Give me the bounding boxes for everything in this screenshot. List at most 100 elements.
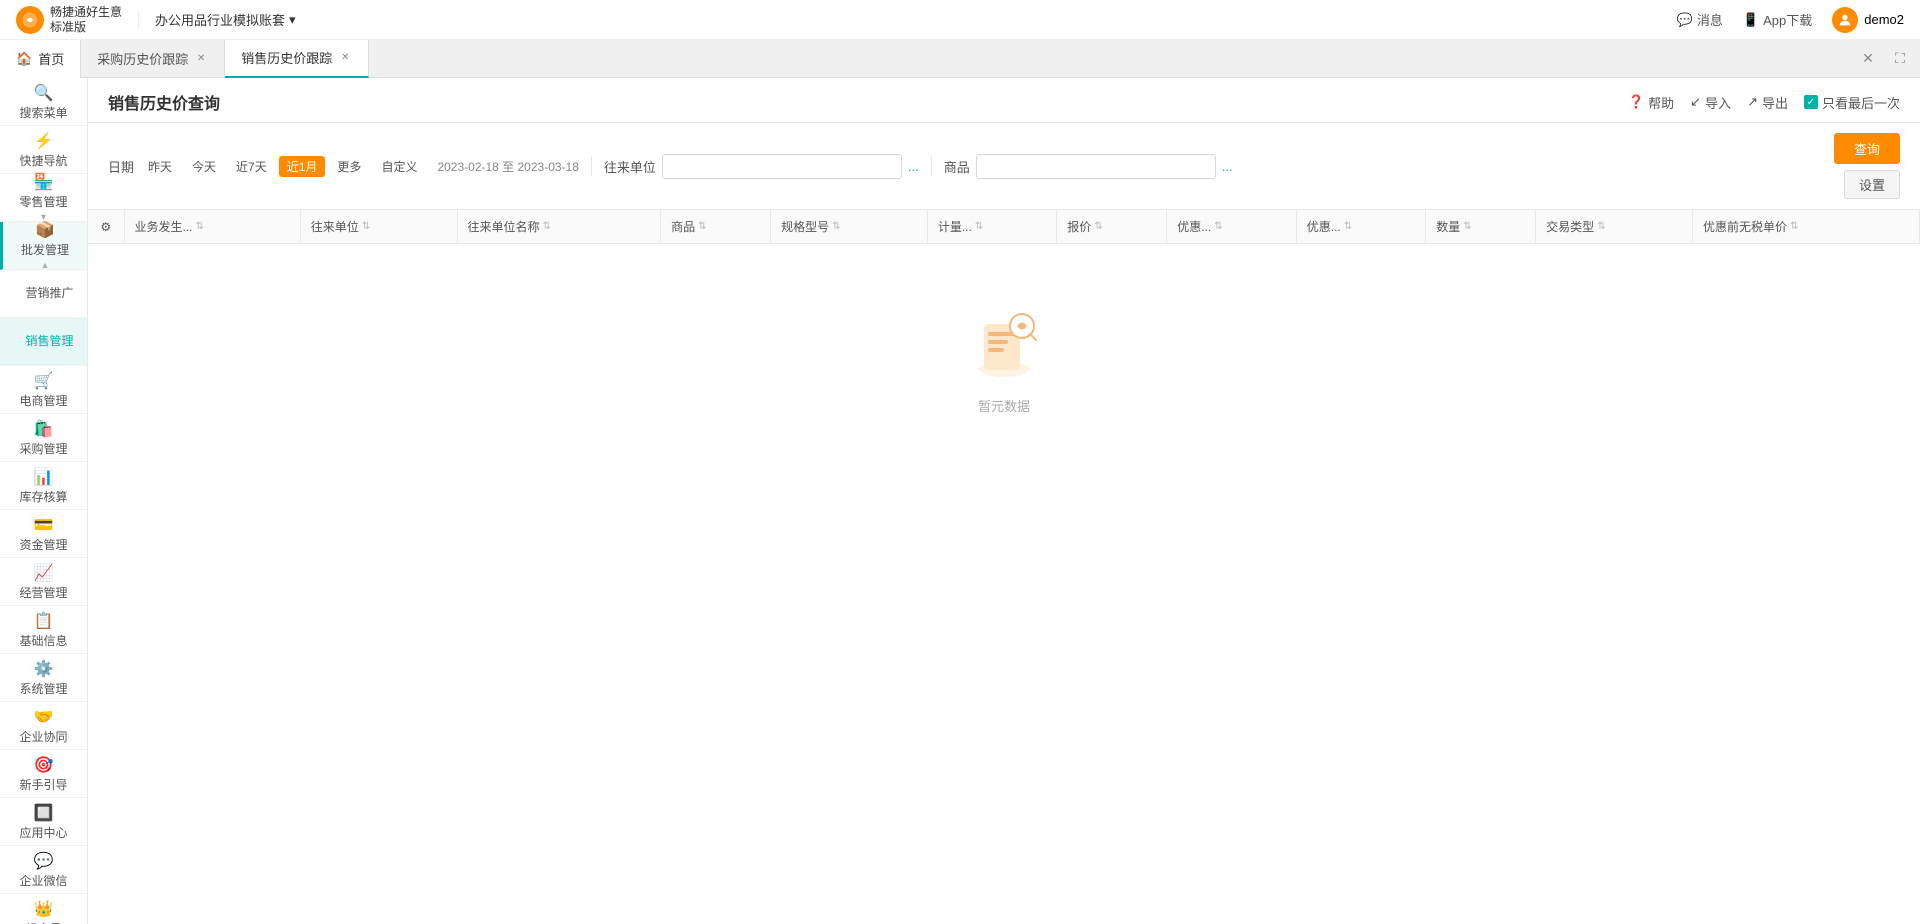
sidebar-item-enterprise-collab[interactable]: 🤝 企业协同	[0, 702, 87, 750]
sort-icon: ⇅	[1214, 221, 1222, 232]
partner-input[interactable]	[662, 154, 902, 179]
table-col-discount1[interactable]: 优惠... ⇅	[1167, 210, 1296, 244]
wechat-icon: 💬	[34, 851, 54, 871]
sidebar-item-operation-mgmt[interactable]: 📈 经营管理	[0, 558, 87, 606]
table-col-biz-date[interactable]: 业务发生... ⇅	[124, 210, 300, 244]
sidebar-item-wholesale-mgmt[interactable]: 📦 批发管理 ▴	[0, 222, 87, 270]
sidebar-item-quick-nav[interactable]: ⚡ 快捷导航	[0, 126, 87, 174]
sidebar-item-ecommerce-mgmt[interactable]: 🛒 电商管理	[0, 366, 87, 414]
user-name: demo2	[1864, 12, 1904, 27]
message-icon: 💬	[1677, 12, 1693, 28]
table-col-partner-code[interactable]: 往来单位 ⇅	[300, 210, 457, 244]
chart-icon: 📊	[34, 467, 54, 487]
empty-illustration	[964, 304, 1044, 384]
table-col-product[interactable]: 商品 ⇅	[661, 210, 771, 244]
tab-purchase-history-close[interactable]: ✕	[194, 52, 208, 66]
partner-filter-group: 往来单位 ...	[604, 154, 919, 179]
sidebar-item-basic-info[interactable]: 📋 基础信息	[0, 606, 87, 654]
filter-divider-2	[931, 156, 932, 176]
data-table: ⚙ 业务发生... ⇅ 往来单位	[88, 210, 1920, 244]
date-tab-custom[interactable]: 自定义	[373, 156, 425, 177]
trend-icon: 📈	[34, 563, 54, 583]
table-col-spec[interactable]: 规格型号 ⇅	[771, 210, 928, 244]
sort-icon: ⇅	[543, 221, 551, 232]
table-gear-icon: ⚙	[100, 220, 111, 234]
tab-sales-history[interactable]: 销售历史价跟踪 ✕	[225, 40, 369, 78]
tab-bar-right: ✕ ⛶	[1856, 47, 1920, 71]
date-tab-today[interactable]: 今天	[184, 156, 224, 177]
help-button[interactable]: ❓ 帮助	[1628, 93, 1674, 112]
only-last-checkbox[interactable]: 只看最后一次	[1804, 93, 1900, 112]
app-download-action[interactable]: 📱 App下载	[1743, 10, 1812, 29]
table-col-trade-type[interactable]: 交易类型 ⇅	[1536, 210, 1693, 244]
sidebar-item-system-mgmt[interactable]: ⚙️ 系统管理	[0, 654, 87, 702]
sort-icon: ⇅	[1790, 221, 1798, 232]
card-icon: 💳	[34, 515, 54, 535]
sidebar-item-search-menu[interactable]: 🔍 搜索菜单	[0, 78, 87, 126]
table-col-discount2[interactable]: 优惠... ⇅	[1296, 210, 1425, 244]
page-title: 销售历史价查询	[108, 90, 220, 114]
tab-home[interactable]: 🏠 首页	[0, 40, 81, 78]
date-tab-more[interactable]: 更多	[329, 156, 369, 177]
logo-icon	[16, 6, 44, 34]
user-area[interactable]: demo2	[1832, 7, 1904, 33]
tab-close-all-button[interactable]: ✕	[1856, 47, 1880, 71]
sort-icon: ⇅	[832, 221, 840, 232]
date-filter-group: 日期 昨天 今天 近7天 近1月 更多 自定义	[108, 156, 425, 177]
message-action[interactable]: 💬 消息	[1677, 10, 1723, 29]
sort-icon: ⇅	[1463, 221, 1471, 232]
tab-maximize-button[interactable]: ⛶	[1888, 47, 1912, 71]
phone-icon: 📱	[1743, 12, 1759, 28]
table-col-quote[interactable]: 报价 ⇅	[1057, 210, 1167, 244]
logo-text: 畅捷通好生意 标准版	[50, 5, 122, 34]
sidebar-item-app-center[interactable]: 🔲 应用中心	[0, 798, 87, 846]
sort-icon: ⇅	[362, 221, 370, 232]
sidebar-item-sales-mgmt[interactable]: 销售管理	[0, 318, 87, 366]
table-col-partner-name[interactable]: 往来单位名称 ⇅	[457, 210, 661, 244]
product-input[interactable]	[976, 154, 1216, 179]
export-button[interactable]: ↗ 导出	[1747, 93, 1788, 112]
sidebar-item-retail-mgmt[interactable]: 🏪 零售管理 ▾	[0, 174, 87, 222]
home-icon: 🏠	[16, 51, 32, 67]
tab-sales-history-close[interactable]: ✕	[338, 51, 352, 65]
top-bar-left: 畅捷通好生意 标准版 办公用品行业模拟账套 ▾	[16, 5, 296, 34]
settings-button[interactable]: 设置	[1844, 170, 1900, 199]
table-header-row: ⚙ 业务发生... ⇅ 往来单位	[88, 210, 1920, 244]
table-col-quantity[interactable]: 数量 ⇅	[1426, 210, 1536, 244]
date-tab-last1month[interactable]: 近1月	[279, 156, 326, 177]
help-icon: ❓	[1628, 94, 1644, 110]
handshake-icon: 🤝	[34, 707, 54, 727]
sidebar-item-sales-promotion[interactable]: 营销推广	[0, 270, 87, 318]
table-col-gear[interactable]: ⚙	[88, 210, 124, 244]
sort-icon: ⇅	[1597, 221, 1605, 232]
tab-purchase-history[interactable]: 采购历史价跟踪 ✕	[81, 40, 225, 78]
account-selector[interactable]: 办公用品行业模拟账套 ▾	[155, 10, 296, 29]
sidebar-item-finance-mgmt[interactable]: 💳 资金管理	[0, 510, 87, 558]
sidebar-item-new-guide[interactable]: 🎯 新手引导	[0, 750, 87, 798]
product-dots[interactable]: ...	[1222, 159, 1233, 174]
partner-dots[interactable]: ...	[908, 159, 919, 174]
query-button[interactable]: 查询	[1834, 133, 1900, 164]
user-avatar	[1832, 7, 1858, 33]
table-col-unit[interactable]: 计量... ⇅	[927, 210, 1056, 244]
top-bar-right: 💬 消息 📱 App下载 demo2	[1677, 7, 1904, 33]
date-range-display: 2023-02-18 至 2023-03-18	[437, 158, 578, 175]
sidebar-item-member[interactable]: 👑 畅会员	[0, 894, 87, 924]
gear-icon: ⚙️	[34, 659, 54, 679]
filter-bar: 日期 昨天 今天 近7天 近1月 更多 自定义 2023-02-18 至 202…	[88, 123, 1920, 210]
checkbox-checked-icon	[1804, 95, 1818, 109]
sidebar-item-purchase-mgmt[interactable]: 🛍️ 采购管理	[0, 414, 87, 462]
store-icon: 🏪	[34, 172, 54, 192]
date-tab-last7days[interactable]: 近7天	[228, 156, 275, 177]
import-button[interactable]: ↙ 导入	[1690, 93, 1731, 112]
sidebar-item-inventory[interactable]: 📊 库存核算	[0, 462, 87, 510]
table-col-pre-tax-price[interactable]: 优惠前无税单价 ⇅	[1692, 210, 1919, 244]
filter-divider-1	[591, 156, 592, 176]
date-tab-yesterday[interactable]: 昨天	[140, 156, 180, 177]
table-wrapper: ⚙ 业务发生... ⇅ 往来单位	[88, 210, 1920, 924]
main-layout: 🔍 搜索菜单 ⚡ 快捷导航 🏪 零售管理 ▾ 📦 批发管理 ▴ 营销推广 销售管…	[0, 78, 1920, 924]
empty-state: 暂元数据	[88, 244, 1920, 475]
sort-icon: ⇅	[975, 221, 983, 232]
sidebar-item-enterprise-wechat[interactable]: 💬 企业微信	[0, 846, 87, 894]
cart-icon: 🛒	[34, 371, 54, 391]
